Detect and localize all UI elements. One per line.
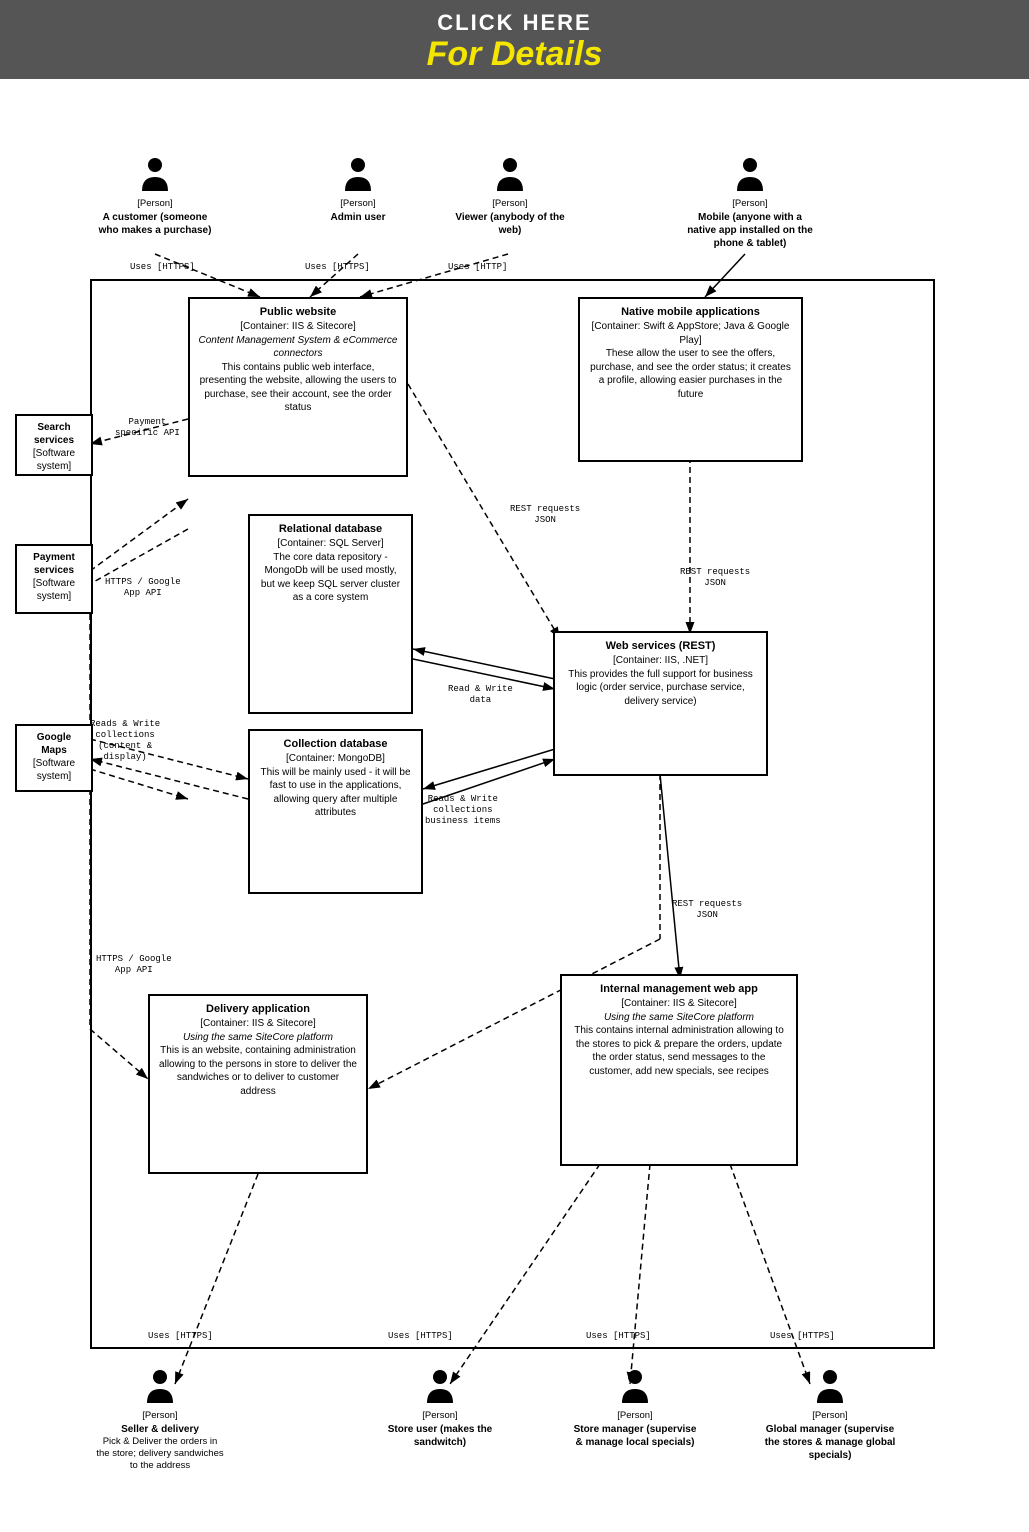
uses-https-seller-label: Uses [HTTPS] [148,1331,213,1342]
click-here-text: CLICK HERE [0,10,1029,36]
person-global-manager: [Person] Global manager (supervise the s… [760,1369,900,1461]
box-relational-db: Relational database [Container: SQL Serv… [248,514,413,714]
reads-write-biz-label: Reads & Write collections business items [425,794,501,826]
rest-requests-json-bottom-label: REST requests JSON [672,899,742,921]
box-delivery-app: Delivery application [Container: IIS & S… [148,994,368,1174]
uses-https-store-user-label: Uses [HTTPS] [388,1331,453,1342]
https-google-api-bottom-label: HTTPS / Google App API [96,954,172,976]
for-details-text: For Details [0,36,1029,73]
person-seller: [Person] Seller & delivery Pick & Delive… [95,1369,225,1472]
person-viewer: [Person] Viewer (anybody of the web) [450,157,570,236]
payment-api-label: Payment specific API [115,417,180,439]
person-mobile: [Person] Mobile (anyone with a native ap… [685,157,815,249]
reads-write-collections-label: Reads & Write collections (content & dis… [90,719,160,762]
person-admin: [Person] Admin user [318,157,398,223]
person-customer: [Person] A customer (someone who makes a… [95,157,215,236]
box-search-services: Search services [Software system] [15,414,93,476]
person-store-user: [Person] Store user (makes the sandwitch… [385,1369,495,1448]
box-payment-services: Payment services [Software system] [15,544,93,614]
box-collection-db: Collection database [Container: MongoDB]… [248,729,423,894]
person-store-manager: [Person] Store manager (supervise & mana… [570,1369,700,1448]
rest-requests-json-top-label: REST requests JSON [510,504,580,526]
box-web-services: Web services (REST) [Container: IIS, .NE… [553,631,768,776]
header: CLICK HERE For Details [0,0,1029,79]
box-native-mobile: Native mobile applications [Container: S… [578,297,803,462]
uses-https-admin-label: Uses [HTTPS] [305,262,370,273]
uses-https-customer-label: Uses [HTTPS] [130,262,195,273]
box-public-website: Public website [Container: IIS & Sitecor… [188,297,408,477]
uses-http-viewer-label: Uses [HTTP] [448,262,507,273]
read-write-data-label: Read & Write data [448,684,513,706]
box-internal-mgmt: Internal management web app [Container: … [560,974,798,1166]
uses-https-store-mgr-label: Uses [HTTPS] [586,1331,651,1342]
rest-requests-json-right-label: REST requests JSON [680,567,750,589]
box-google-maps: Google Maps [Software system] [15,724,93,792]
https-google-api-top-label: HTTPS / Google App API [105,577,181,599]
diagram: [Person] A customer (someone who makes a… [0,79,1029,1519]
uses-https-global-mgr-label: Uses [HTTPS] [770,1331,835,1342]
